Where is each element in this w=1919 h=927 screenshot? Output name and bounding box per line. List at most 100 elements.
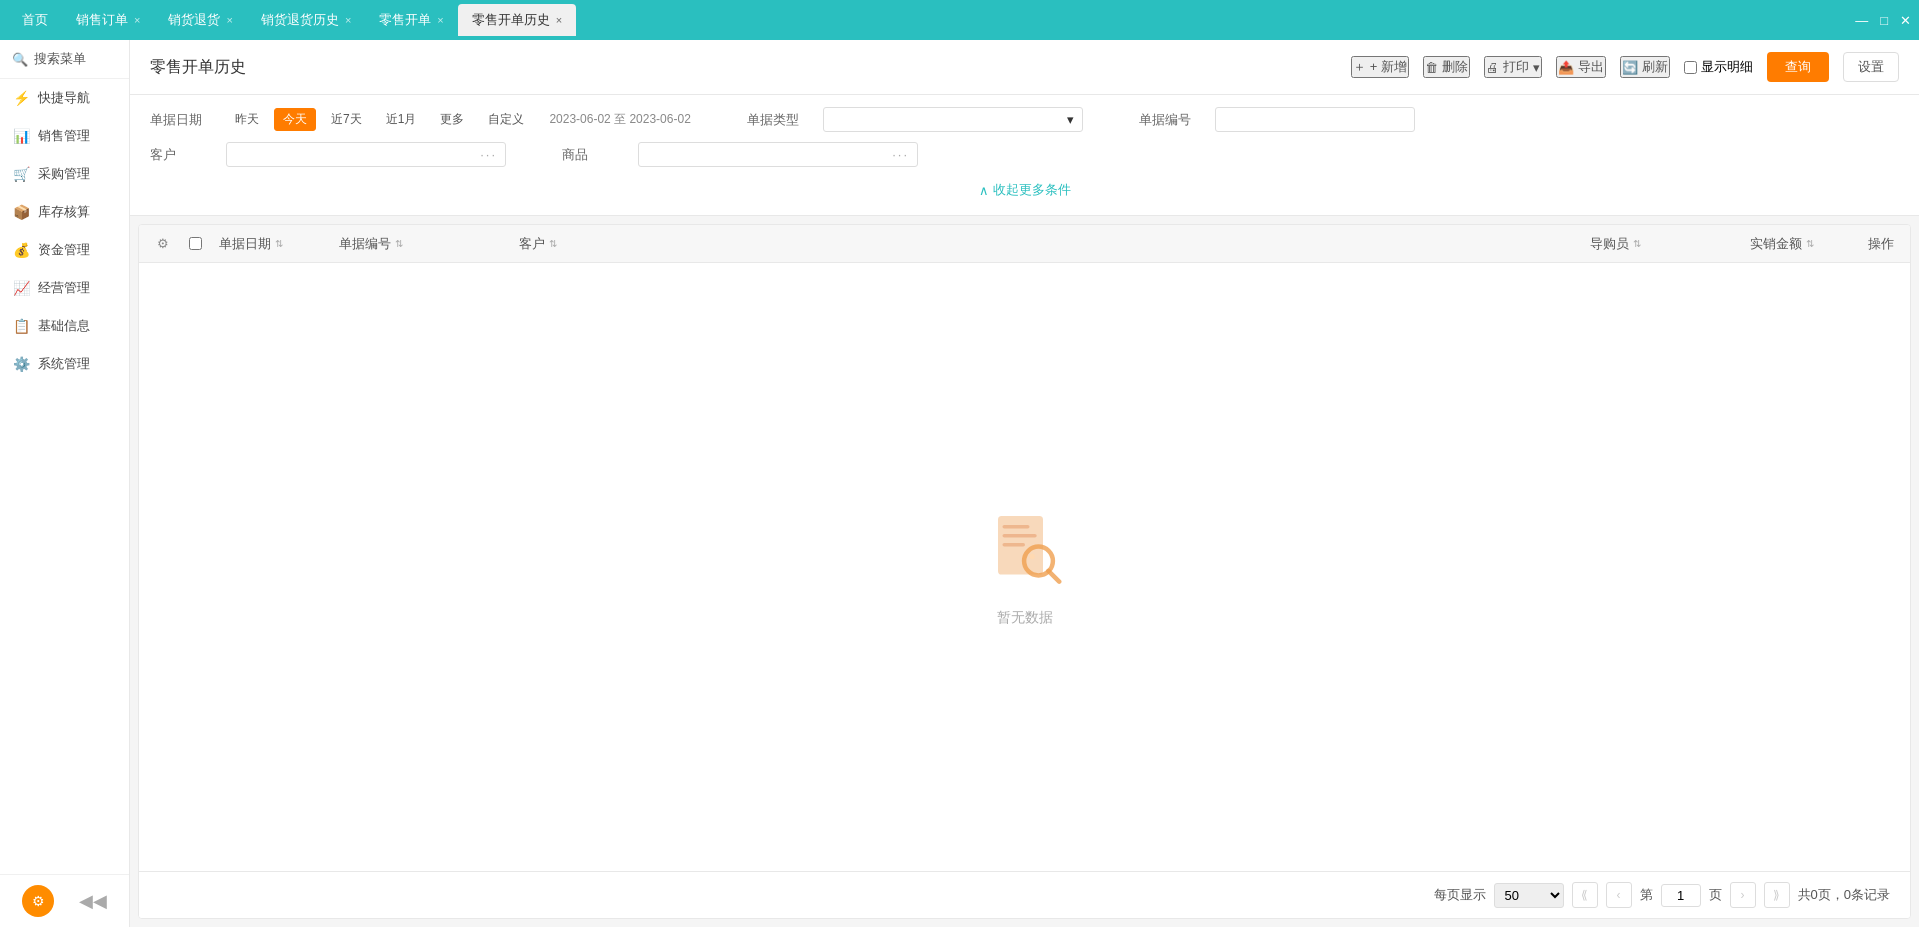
content-area: 零售开单历史 ＋ + 新增 🗑 删除 🖨 打印 ▾ 📤 导出 (130, 40, 1919, 927)
th-customer[interactable]: 客户 ⇅ (511, 235, 1582, 253)
sidebar-collapse-button[interactable]: ◀◀ (79, 890, 107, 912)
svg-rect-1 (1002, 525, 1029, 529)
per-page-label: 每页显示 (1434, 886, 1486, 904)
tab-retail-history[interactable]: 零售开单历史 × (458, 4, 576, 36)
sidebar-item-nav[interactable]: ⚡ 快捷导航 (0, 79, 129, 117)
tab-retail-history-close[interactable]: × (556, 14, 562, 26)
collapse-icon: ∧ (979, 183, 989, 198)
filter-row-2: 客户 ··· 商品 ··· (150, 142, 1899, 167)
sidebar-item-purchase[interactable]: 🛒 采购管理 (0, 155, 129, 193)
customer-filter-input[interactable]: ··· (226, 142, 506, 167)
sort-date-icon: ⇅ (275, 238, 283, 249)
delete-button[interactable]: 🗑 删除 (1423, 56, 1470, 78)
page-suffix: 页 (1709, 886, 1722, 904)
refresh-button[interactable]: 🔄 刷新 (1620, 56, 1670, 78)
sidebar-search[interactable]: 🔍 搜索菜单 (0, 40, 129, 79)
export-button[interactable]: 📤 导出 (1556, 56, 1606, 78)
page-first-button[interactable]: ⟪ (1572, 882, 1598, 908)
sidebar-item-inventory[interactable]: 📦 库存核算 (0, 193, 129, 231)
display-detail-toggle[interactable]: 显示明细 (1684, 58, 1753, 76)
system-icon: ⚙️ (12, 355, 30, 373)
th-number[interactable]: 单据编号 ⇅ (331, 235, 511, 253)
print-dropdown-icon: ▾ (1533, 60, 1540, 75)
table-header: ⚙ 单据日期 ⇅ 单据编号 ⇅ 客户 ⇅ 导购员 ⇅ (139, 225, 1910, 263)
display-detail-checkbox[interactable] (1684, 61, 1697, 74)
sort-customer-icon: ⇅ (549, 238, 557, 249)
date-btn-7days[interactable]: 近7天 (322, 108, 371, 131)
settings-button[interactable]: ⚙ (22, 885, 54, 917)
filter-area: 单据日期 昨天 今天 近7天 近1月 更多 自定义 2023-06-02 至 2… (130, 95, 1919, 216)
sidebar-item-operations[interactable]: 📈 经营管理 (0, 269, 129, 307)
window-minimize[interactable]: — (1855, 13, 1868, 28)
th-date[interactable]: 单据日期 ⇅ (211, 235, 331, 253)
date-btn-today[interactable]: 今天 (274, 108, 316, 131)
tab-sales-return-history[interactable]: 销货退货历史 × (247, 4, 365, 36)
date-filter-label: 单据日期 (150, 111, 210, 129)
svg-rect-2 (1002, 534, 1036, 538)
svg-rect-3 (1002, 543, 1025, 547)
sidebar-bottom: ⚙ ◀◀ (0, 874, 129, 927)
date-filter-buttons: 昨天 今天 近7天 近1月 更多 自定义 (226, 108, 533, 131)
tab-sales-order-close[interactable]: × (134, 14, 140, 26)
print-button[interactable]: 🖨 打印 ▾ (1484, 56, 1542, 78)
purchase-icon: 🛒 (12, 165, 30, 183)
sort-amount-icon: ⇅ (1806, 238, 1814, 249)
window-maximize[interactable]: □ (1880, 13, 1888, 28)
th-amount[interactable]: 实销金额 ⇅ (1702, 235, 1822, 253)
date-btn-more[interactable]: 更多 (431, 108, 473, 131)
goods-filter-input[interactable]: ··· (638, 142, 918, 167)
tab-sales-return-close[interactable]: × (226, 14, 232, 26)
toolbar: ＋ + 新增 🗑 删除 🖨 打印 ▾ 📤 导出 🔄 (1351, 52, 1899, 82)
filter-collapse-row: ∧ 收起更多条件 (150, 177, 1899, 203)
page-last-button[interactable]: ⟫ (1764, 882, 1790, 908)
window-controls: — □ ✕ (1855, 13, 1911, 28)
per-page-select[interactable]: 10 20 50 100 (1494, 883, 1564, 908)
tab-home[interactable]: 首页 (8, 4, 62, 36)
add-button[interactable]: ＋ + 新增 (1351, 56, 1409, 78)
goods-dots: ··· (892, 147, 909, 162)
tab-retail-open[interactable]: 零售开单 × (365, 4, 457, 36)
tab-sales-order[interactable]: 销售订单 × (62, 4, 154, 36)
sidebar-item-sales[interactable]: 📊 销售管理 (0, 117, 129, 155)
th-guide[interactable]: 导购员 ⇅ (1582, 235, 1702, 253)
date-btn-1month[interactable]: 近1月 (377, 108, 426, 131)
column-settings-button[interactable]: ⚙ (147, 236, 179, 251)
number-filter-input[interactable] (1215, 107, 1415, 132)
operations-icon: 📈 (12, 279, 30, 297)
date-range-display: 2023-06-02 至 2023-06-02 (549, 111, 690, 128)
tab-sales-return-history-close[interactable]: × (345, 14, 351, 26)
page-number-input[interactable] (1661, 884, 1701, 907)
empty-text: 暂无数据 (997, 609, 1053, 627)
nav-icon: ⚡ (12, 89, 30, 107)
filter-settings-button[interactable]: 设置 (1843, 52, 1899, 82)
select-all-checkbox[interactable] (179, 237, 211, 250)
collapse-button[interactable]: ∧ 收起更多条件 (979, 177, 1071, 203)
sidebar: 🔍 搜索菜单 ⚡ 快捷导航 📊 销售管理 🛒 采购管理 📦 库存核算 💰 资金管… (0, 40, 130, 927)
tab-sales-return[interactable]: 销货退货 × (154, 4, 246, 36)
sidebar-item-basic[interactable]: 📋 基础信息 (0, 307, 129, 345)
tab-retail-open-close[interactable]: × (437, 14, 443, 26)
svg-point-6 (1029, 554, 1034, 559)
print-icon: 🖨 (1486, 60, 1499, 75)
date-btn-custom[interactable]: 自定义 (479, 108, 533, 131)
search-icon: 🔍 (12, 52, 28, 67)
page-next-button[interactable]: › (1730, 882, 1756, 908)
page-prev-button[interactable]: ‹ (1606, 882, 1632, 908)
date-btn-yesterday[interactable]: 昨天 (226, 108, 268, 131)
sidebar-item-finance[interactable]: 💰 资金管理 (0, 231, 129, 269)
basic-icon: 📋 (12, 317, 30, 335)
export-icon: 📤 (1558, 60, 1574, 75)
type-filter-select[interactable]: ▾ (823, 107, 1083, 132)
query-button[interactable]: 查询 (1767, 52, 1829, 82)
page-label: 第 (1640, 886, 1653, 904)
window-close[interactable]: ✕ (1900, 13, 1911, 28)
goods-filter-label: 商品 (562, 146, 622, 164)
sort-guide-icon: ⇅ (1633, 238, 1641, 249)
inventory-icon: 📦 (12, 203, 30, 221)
pagination: 每页显示 10 20 50 100 ⟪ ‹ 第 页 › ⟫ 共0页，0条记录 (139, 871, 1910, 918)
type-dropdown-icon: ▾ (1067, 112, 1074, 127)
svg-line-5 (1048, 571, 1059, 582)
customer-filter-label: 客户 (150, 146, 210, 164)
type-filter-label: 单据类型 (747, 111, 807, 129)
sidebar-item-system[interactable]: ⚙️ 系统管理 (0, 345, 129, 383)
